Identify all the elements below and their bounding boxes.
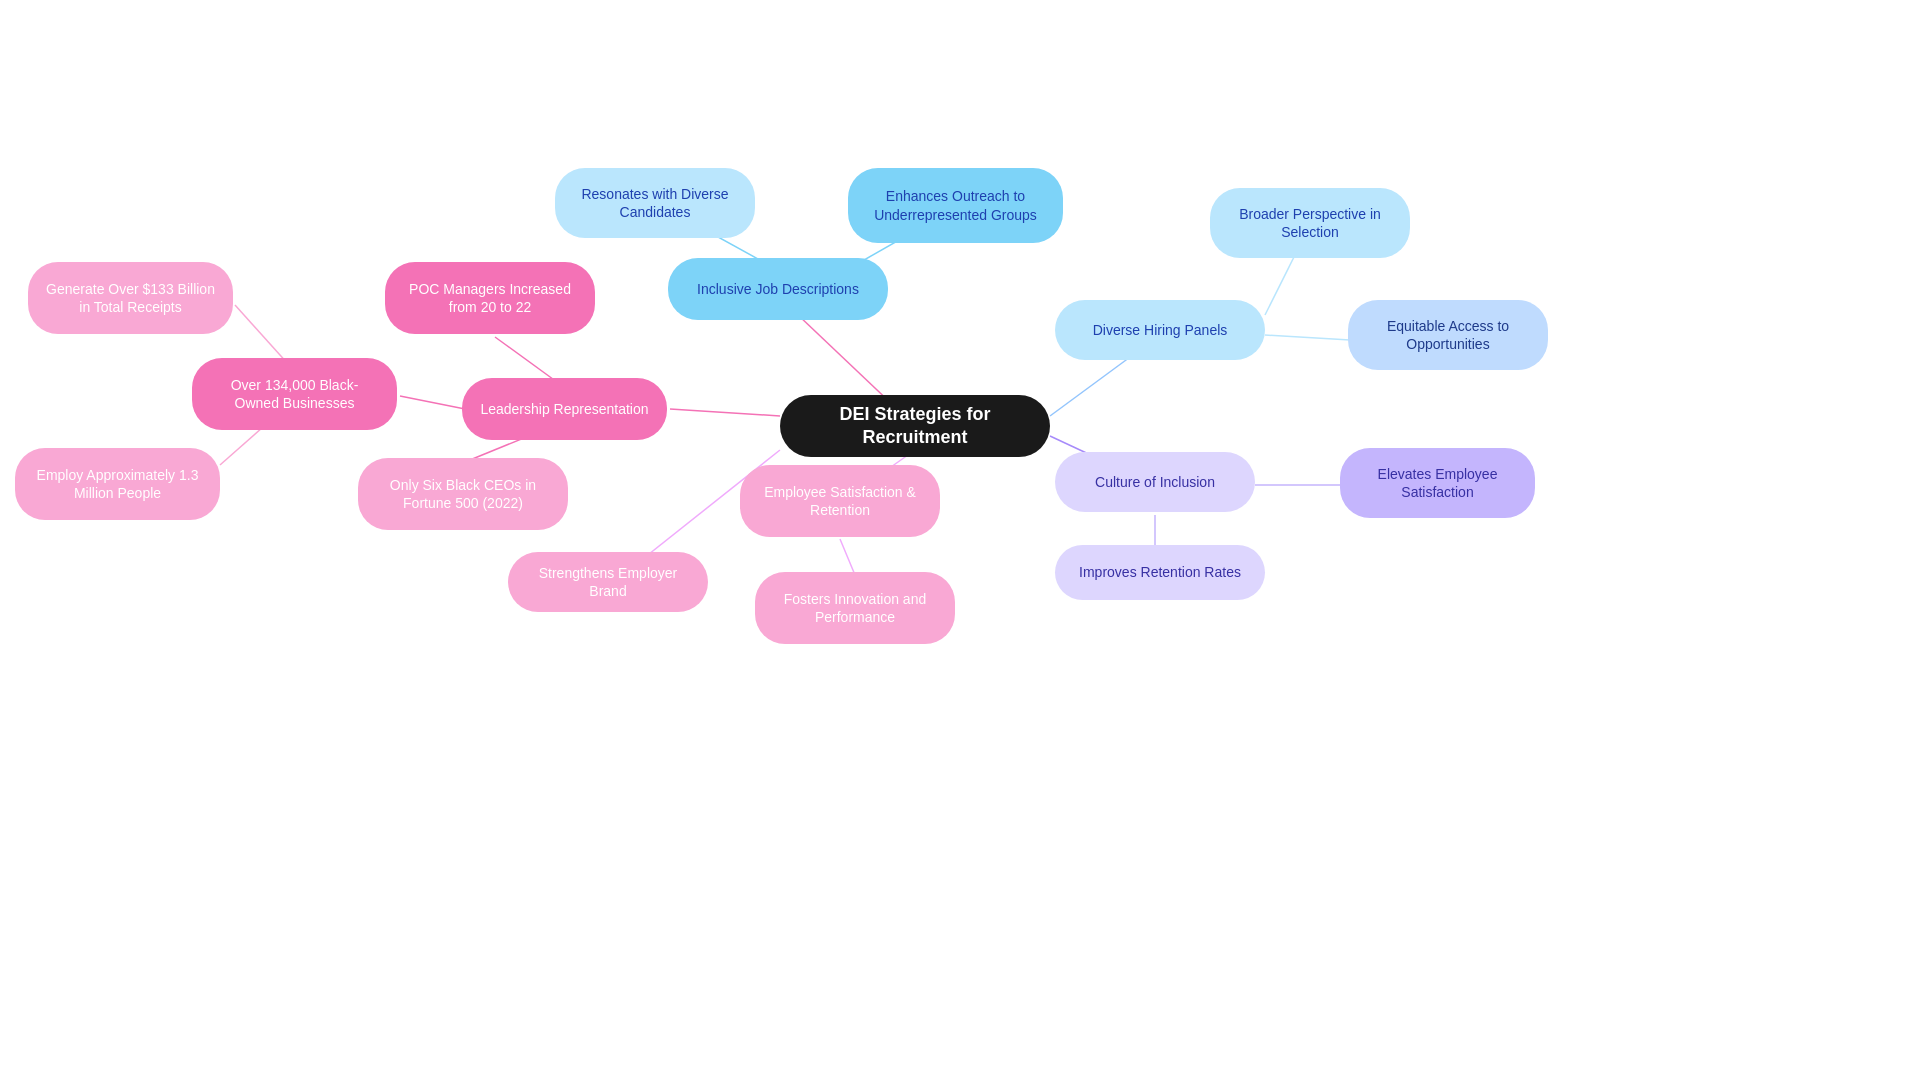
node-leadership-rep: Leadership Representation bbox=[462, 378, 667, 440]
svg-line-17 bbox=[400, 396, 465, 409]
node-employee-satisfaction: Employee Satisfaction & Retention bbox=[740, 465, 940, 537]
node-strengthens-brand: Strengthens Employer Brand bbox=[508, 552, 708, 612]
node-enhances-outreach: Enhances Outreach to Underrepresented Gr… bbox=[848, 168, 1063, 243]
svg-line-9 bbox=[1265, 335, 1350, 340]
node-fosters-innovation: Fosters Innovation and Performance bbox=[755, 572, 955, 644]
node-elevates-satisfaction: Elevates Employee Satisfaction bbox=[1340, 448, 1535, 518]
node-poc-managers: POC Managers Increased from 20 to 22 bbox=[385, 262, 595, 334]
node-improves-retention: Improves Retention Rates bbox=[1055, 545, 1265, 600]
node-inclusive-job-desc: Inclusive Job Descriptions bbox=[668, 258, 888, 320]
node-generate-receipts: Generate Over $133 Billion in Total Rece… bbox=[28, 262, 233, 334]
node-resonates: Resonates with Diverse Candidates bbox=[555, 168, 755, 238]
node-diverse-hiring: Diverse Hiring Panels bbox=[1055, 300, 1265, 360]
node-employ-people: Employ Approximately 1.3 Million People bbox=[15, 448, 220, 520]
node-black-owned: Over 134,000 Black-Owned Businesses bbox=[192, 358, 397, 430]
node-culture-of-inclusion: Culture of Inclusion bbox=[1055, 452, 1255, 512]
svg-line-5 bbox=[670, 409, 780, 416]
center-node: DEI Strategies for Recruitment bbox=[780, 395, 1050, 457]
svg-line-12 bbox=[840, 539, 855, 575]
node-equitable-access: Equitable Access to Opportunities bbox=[1348, 300, 1548, 370]
node-broader-perspective: Broader Perspective in Selection bbox=[1210, 188, 1410, 258]
node-only-six-ceos: Only Six Black CEOs in Fortune 500 (2022… bbox=[358, 458, 568, 530]
